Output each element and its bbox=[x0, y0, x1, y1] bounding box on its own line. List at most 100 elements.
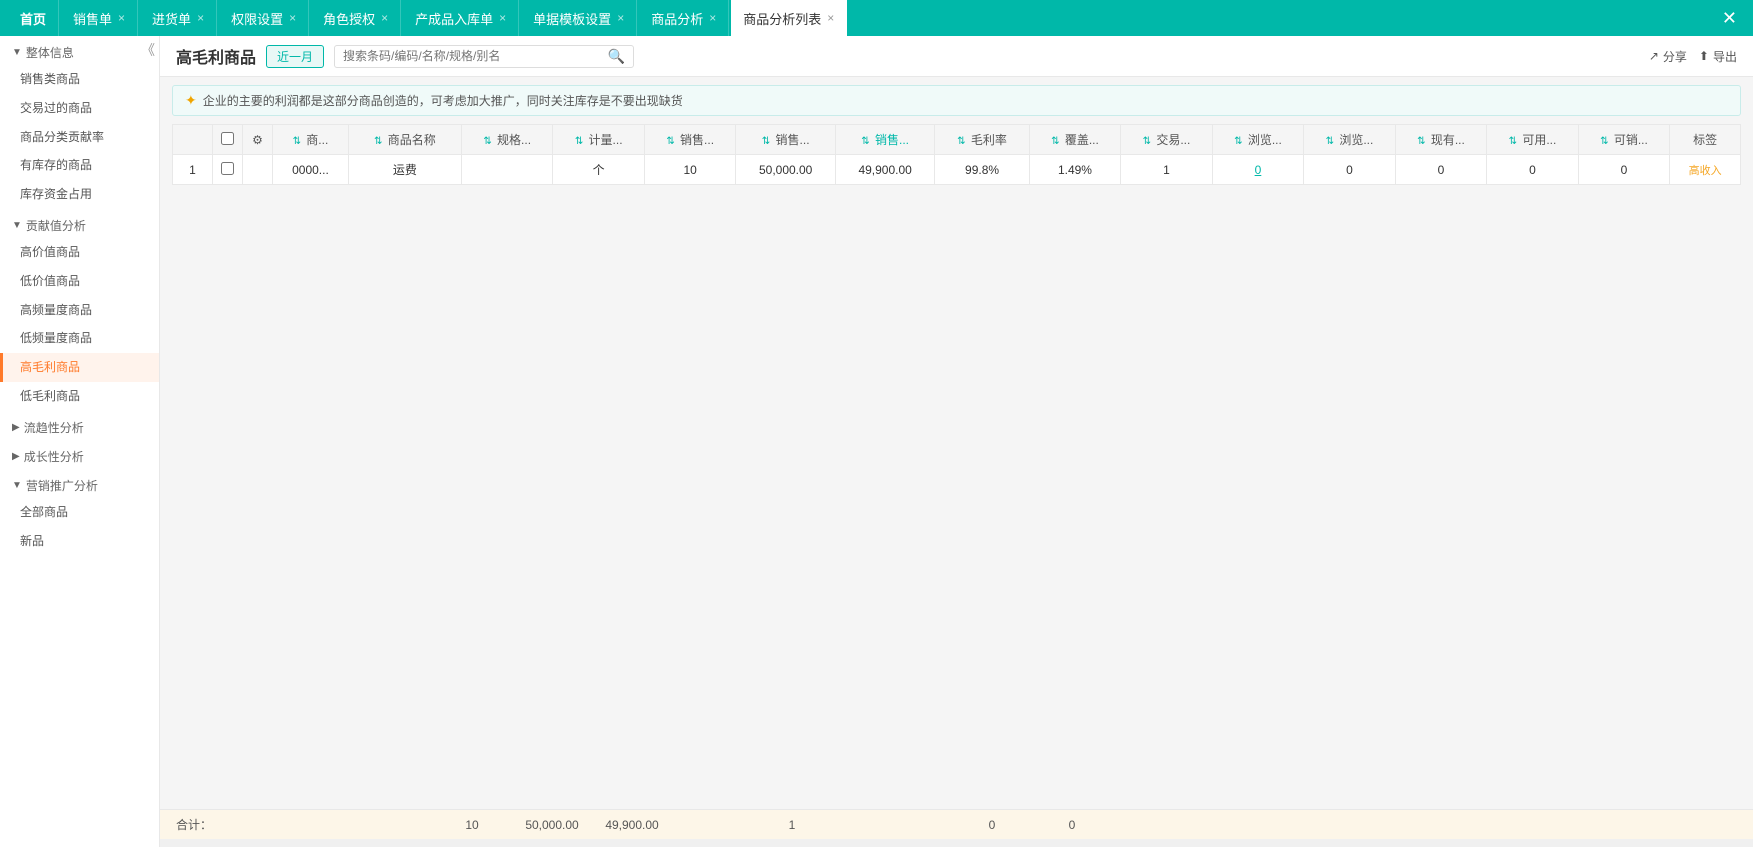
sort-icon-browse1: ⇅ bbox=[1234, 136, 1242, 147]
sort-icon-trade-count: ⇅ bbox=[1143, 136, 1151, 147]
footer-total-label: 合计： bbox=[176, 816, 212, 833]
share-icon: ↗ bbox=[1649, 49, 1659, 63]
tab-sales[interactable]: 销售单 × bbox=[61, 0, 138, 36]
cell-margin-rate: 99.8% bbox=[935, 155, 1029, 185]
col-spec[interactable]: ⇅ 规格... bbox=[461, 125, 553, 155]
footer-cell-sales-amt: 50,000.00 bbox=[512, 818, 592, 832]
hint-text: 企业的主要的利润都是这部分商品创造的，可考虑加大推广，同时关注库存是不要出现缺货 bbox=[203, 92, 683, 109]
arrow-growth: ▶ bbox=[12, 451, 20, 462]
tab-stock[interactable]: 产成品入库单 × bbox=[403, 0, 519, 36]
sidebar-group-overall[interactable]: ▼ 整体信息 bbox=[0, 36, 159, 65]
sidebar-item-low-value[interactable]: 低价值商品 bbox=[0, 267, 159, 296]
share-button[interactable]: ↗ 分享 bbox=[1649, 48, 1687, 65]
table-row: 1 0000... 运费 个 10 50,000.00 49,900.00 99… bbox=[173, 155, 1741, 185]
sort-icon-name: ⇅ bbox=[374, 136, 382, 147]
sidebar-item-all-goods[interactable]: 全部商品 bbox=[0, 498, 159, 527]
tab-roles[interactable]: 角色授权 × bbox=[311, 0, 401, 36]
cell-spec bbox=[461, 155, 553, 185]
search-box: 🔍 bbox=[334, 45, 634, 68]
cell-browse1[interactable]: 0 bbox=[1212, 155, 1304, 185]
sidebar-item-low-freq[interactable]: 低频量度商品 bbox=[0, 324, 159, 353]
sidebar-item-stocked-goods[interactable]: 有库存的商品 bbox=[0, 151, 159, 180]
col-available2[interactable]: ⇅ 可用... bbox=[1487, 125, 1579, 155]
footer-cell-trade-count: 1 bbox=[752, 818, 832, 832]
sidebar-item-high-margin[interactable]: 高毛利商品 bbox=[0, 353, 159, 382]
top-navigation: 首页 销售单 × 进货单 × 权限设置 × 角色授权 × 产成品入库单 × 单据… bbox=[0, 0, 1753, 36]
col-name[interactable]: ⇅ 商品名称 bbox=[348, 125, 461, 155]
tab-purchase[interactable]: 进货单 × bbox=[140, 0, 217, 36]
col-browse2[interactable]: ⇅ 浏览... bbox=[1304, 125, 1396, 155]
filter-date-button[interactable]: 近一月 bbox=[266, 45, 324, 68]
sort-icon-sales-amt: ⇅ bbox=[762, 136, 770, 147]
tab-template[interactable]: 单据模板设置 × bbox=[521, 0, 637, 36]
close-tab-roles[interactable]: × bbox=[381, 11, 388, 25]
sidebar-group-growth[interactable]: ▶ 成长性分析 bbox=[0, 440, 159, 469]
tag-badge: 高收入 bbox=[1689, 165, 1722, 177]
table-container[interactable]: ⚙ ⇅ 商... ⇅ 商品名称 ⇅ 规格... bbox=[160, 124, 1753, 809]
col-trade-count[interactable]: ⇅ 交易... bbox=[1121, 125, 1213, 155]
col-checkbox[interactable] bbox=[213, 125, 243, 155]
cell-sales-cost: 49,900.00 bbox=[835, 155, 934, 185]
col-margin-rate[interactable]: ⇅ 毛利率 bbox=[935, 125, 1029, 155]
select-all-checkbox[interactable] bbox=[221, 132, 234, 145]
sort-icon-sales-cost: ⇅ bbox=[861, 136, 869, 147]
close-tab-template[interactable]: × bbox=[617, 11, 624, 25]
sidebar-item-high-value[interactable]: 高价值商品 bbox=[0, 238, 159, 267]
sidebar-group-trending[interactable]: ▶ 流趋性分析 bbox=[0, 411, 159, 440]
col-sales-qty[interactable]: ⇅ 销售... bbox=[644, 125, 736, 155]
arrow-overall: ▼ bbox=[12, 47, 22, 58]
cell-sales-qty: 10 bbox=[644, 155, 736, 185]
close-tab-analysis-list[interactable]: × bbox=[827, 11, 834, 25]
cell-cover-rate: 1.49% bbox=[1029, 155, 1121, 185]
sidebar-item-low-margin[interactable]: 低毛利商品 bbox=[0, 382, 159, 411]
export-icon: ⬆ bbox=[1699, 49, 1709, 63]
col-browse1[interactable]: ⇅ 浏览... bbox=[1212, 125, 1304, 155]
sidebar-item-high-freq[interactable]: 高频量度商品 bbox=[0, 296, 159, 325]
col-cover-rate[interactable]: ⇅ 覆盖... bbox=[1029, 125, 1121, 155]
cell-browse2: 0 bbox=[1304, 155, 1396, 185]
tab-home[interactable]: 首页 bbox=[8, 0, 59, 36]
col-saleable[interactable]: ⇅ 可销... bbox=[1578, 125, 1670, 155]
col-index bbox=[173, 125, 213, 155]
hint-icon: ✦ bbox=[185, 92, 197, 109]
col-settings[interactable]: ⚙ bbox=[243, 125, 273, 155]
footer-cell-sales-cost: 49,900.00 bbox=[592, 818, 672, 832]
cell-checkbox[interactable] bbox=[213, 155, 243, 185]
window-close-button[interactable]: ✕ bbox=[1714, 8, 1745, 29]
sidebar-item-sales-goods[interactable]: 销售类商品 bbox=[0, 65, 159, 94]
col-unit[interactable]: ⇅ 计量... bbox=[553, 125, 645, 155]
sidebar-collapse-button[interactable]: 《 bbox=[141, 40, 155, 60]
sort-icon-spec: ⇅ bbox=[483, 136, 491, 147]
sidebar-group-wealth[interactable]: ▼ 贡献值分析 bbox=[0, 209, 159, 238]
sidebar-group-marketing[interactable]: ▼ 营销推广分析 bbox=[0, 469, 159, 498]
cell-available2: 0 bbox=[1487, 155, 1579, 185]
row-checkbox[interactable] bbox=[221, 162, 234, 175]
close-tab-perms[interactable]: × bbox=[289, 11, 296, 25]
col-tag[interactable]: 标签 bbox=[1670, 125, 1741, 155]
arrow-trending: ▶ bbox=[12, 422, 20, 433]
sort-icon-available2: ⇅ bbox=[1509, 136, 1517, 147]
footer-cell-available1: 0 bbox=[952, 818, 1032, 832]
horizontal-scrollbar[interactable] bbox=[160, 839, 1753, 847]
sidebar-item-analysis-ratio[interactable]: 商品分类贡献率 bbox=[0, 123, 159, 152]
close-tab-analysis[interactable]: × bbox=[709, 11, 716, 25]
sidebar-item-stock-funds[interactable]: 库存资金占用 bbox=[0, 180, 159, 209]
close-tab-sales[interactable]: × bbox=[118, 11, 125, 25]
col-code[interactable]: ⇅ 商... bbox=[273, 125, 349, 155]
search-icon[interactable]: 🔍 bbox=[608, 48, 625, 65]
sidebar-item-traded-goods[interactable]: 交易过的商品 bbox=[0, 94, 159, 123]
search-input[interactable] bbox=[343, 49, 608, 63]
sort-icon-sales-qty: ⇅ bbox=[666, 136, 674, 147]
export-button[interactable]: ⬆ 导出 bbox=[1699, 48, 1737, 65]
sidebar-item-new-goods[interactable]: 新品 bbox=[0, 527, 159, 556]
col-sales-cost[interactable]: ⇅ 销售... bbox=[835, 125, 934, 155]
close-tab-purchase[interactable]: × bbox=[197, 11, 204, 25]
cell-code: 0000... bbox=[273, 155, 349, 185]
col-sales-amt[interactable]: ⇅ 销售... bbox=[736, 125, 835, 155]
tab-analysis[interactable]: 商品分析 × bbox=[639, 0, 729, 36]
page-title: 高毛利商品 bbox=[176, 44, 256, 68]
tab-analysis-list[interactable]: 商品分析列表 × bbox=[731, 0, 847, 36]
col-available1[interactable]: ⇅ 现有... bbox=[1395, 125, 1487, 155]
close-tab-stock[interactable]: × bbox=[499, 11, 506, 25]
tab-perms[interactable]: 权限设置 × bbox=[219, 0, 309, 36]
